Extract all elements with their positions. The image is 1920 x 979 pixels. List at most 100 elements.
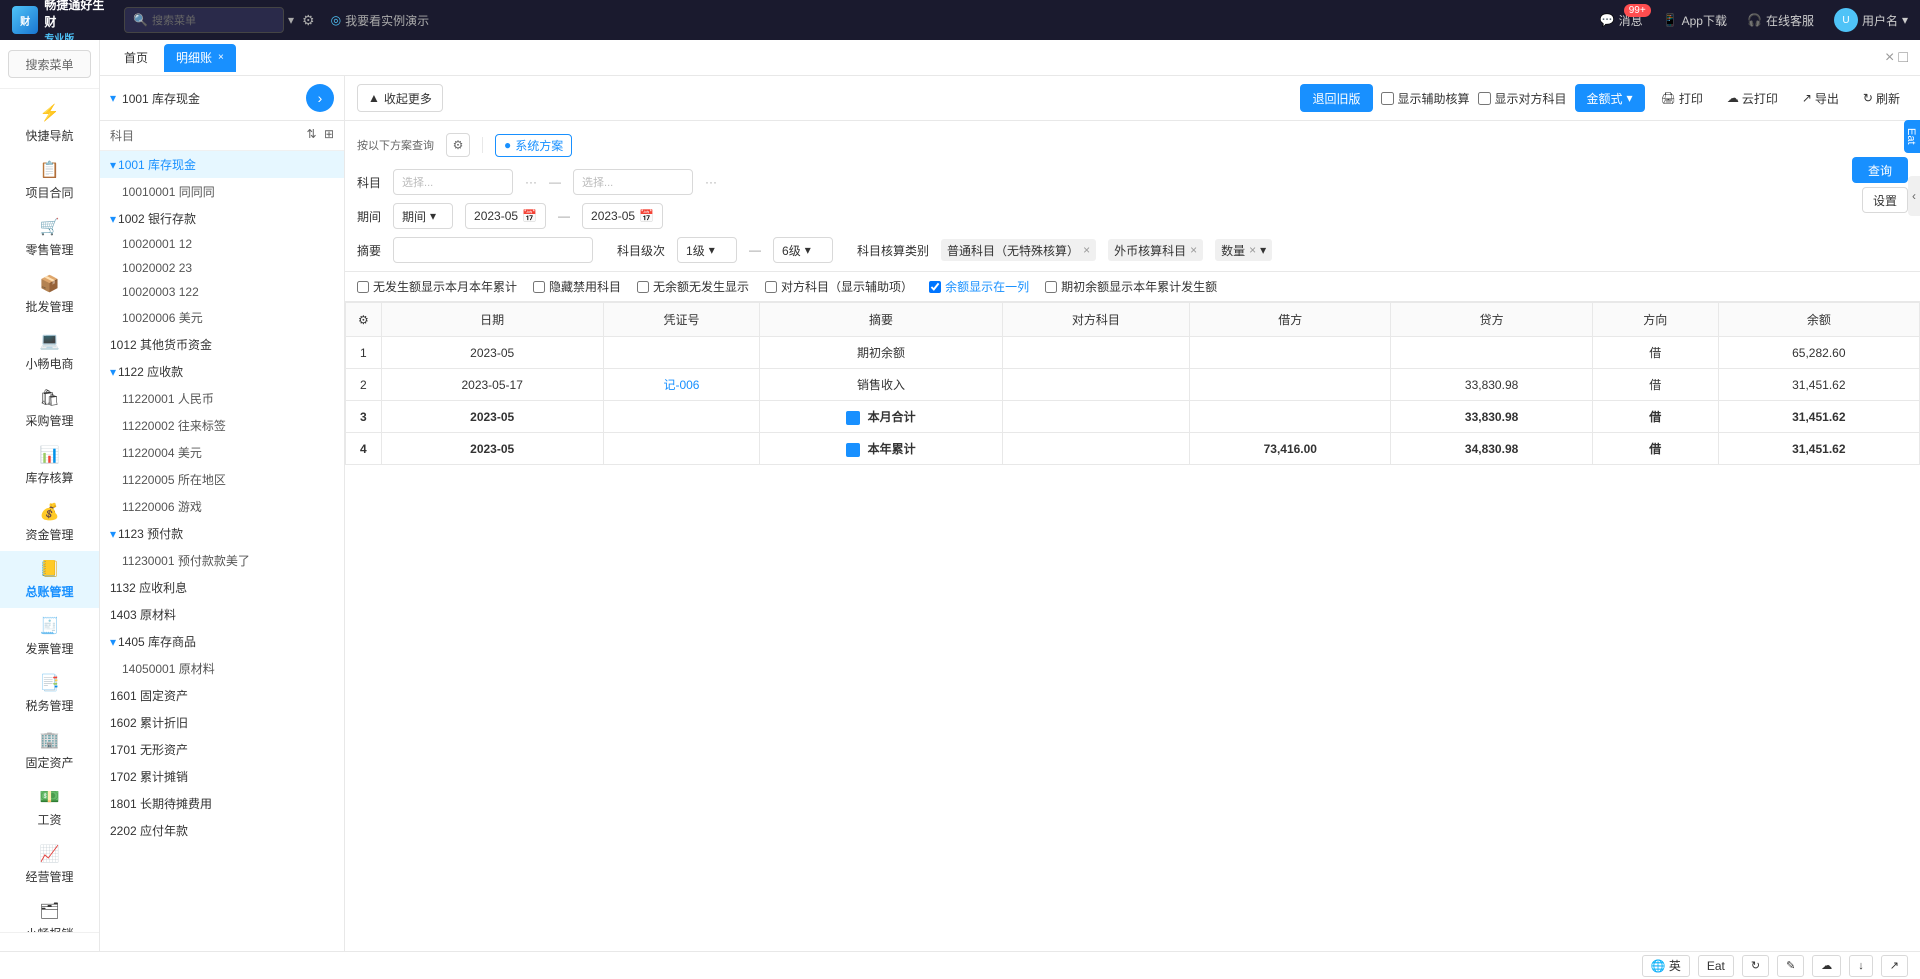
sidebar-item-expense[interactable]: 🗂 小畅报销 [0, 893, 99, 932]
tree-item-11220006[interactable]: 11220006 游戏 [100, 493, 344, 520]
scheme-settings-button[interactable]: ⚙ [446, 133, 470, 157]
calc-tag-2-close[interactable]: × [1190, 243, 1197, 257]
message-button[interactable]: 💬 消息 99+ [1600, 12, 1643, 29]
sidebar-item-tax[interactable]: 📑 税务管理 [0, 665, 99, 722]
tree-item-11220002[interactable]: 11220002 往来标签 [100, 412, 344, 439]
level-start-select[interactable]: 1级 ▾ [677, 237, 737, 263]
show-opposite-checkbox[interactable]: 显示对方科目 [1478, 90, 1567, 107]
sidebar-item-ecommerce[interactable]: 💻 小畅电商 [0, 323, 99, 380]
sidebar-item-invoice[interactable]: 🧾 发票管理 [0, 608, 99, 665]
period-end-date[interactable]: 2023-05 📅 [582, 203, 663, 229]
tab-home[interactable]: 首页 [112, 44, 160, 72]
tree-item-1403[interactable]: 1403 原材料 [100, 601, 344, 628]
tree-item-11220001[interactable]: 11220001 人民币 [100, 385, 344, 412]
tree-sort-icon[interactable]: ⇅ [307, 127, 317, 141]
tab-ledger[interactable]: 明细账 × [164, 44, 236, 72]
back-old-version-button[interactable]: 退回旧版 [1300, 84, 1372, 112]
status-cloud-btn[interactable]: ☁ [1812, 955, 1841, 977]
tab-ledger-close[interactable]: × [218, 52, 224, 63]
export-button[interactable]: ↗ 导出 [1794, 84, 1847, 112]
search-button[interactable]: 查询 [1852, 157, 1908, 183]
cloud-print-button[interactable]: ☁ 云打印 [1719, 84, 1786, 112]
tree-item-10020001[interactable]: 10020001 12 [100, 232, 344, 256]
subject-input[interactable]: 选择... [393, 169, 513, 195]
status-pencil-btn[interactable]: ✎ [1777, 955, 1804, 977]
period-start-date[interactable]: 2023-05 📅 [465, 203, 546, 229]
sidebar-item-capital[interactable]: 💰 资金管理 [0, 494, 99, 551]
level-end-select[interactable]: 6级 ▾ [773, 237, 833, 263]
tree-item-1602[interactable]: 1602 累计折旧 [100, 709, 344, 736]
demo-link[interactable]: ◎ 我要看实例演示 [331, 12, 430, 29]
user-menu[interactable]: U 用户名 ▾ [1834, 8, 1908, 32]
tree-item-14050001[interactable]: 14050001 原材料 [100, 655, 344, 682]
app-download-button[interactable]: 📱 App下载 [1663, 12, 1727, 29]
window-maximize-button[interactable]: □ [1898, 49, 1908, 67]
cb-no-balance-input[interactable] [637, 281, 649, 293]
search-dropdown-icon[interactable]: ▾ [288, 13, 294, 27]
subject-end-input[interactable]: 选择... [573, 169, 693, 195]
tree-item-1801[interactable]: 1801 长期待摊费用 [100, 790, 344, 817]
sidebar-item-fixed-assets[interactable]: 🏢 固定资产 [0, 722, 99, 779]
tree-item-1001[interactable]: ▾1001 库存现金 [100, 151, 344, 178]
refresh-button[interactable]: ↻ 刷新 [1855, 84, 1908, 112]
tree-item-1601[interactable]: 1601 固定资产 [100, 682, 344, 709]
cb-no-balance[interactable]: 无余额无发生显示 [637, 278, 749, 295]
status-eat-button[interactable]: Eat [1698, 955, 1734, 977]
tree-item-1123[interactable]: ▾1123 预付款 [100, 520, 344, 547]
status-download-btn[interactable]: ↓ [1849, 955, 1873, 977]
tree-item-1012[interactable]: 1012 其他货币资金 [100, 331, 344, 358]
cb-no-occur[interactable]: 无发生额显示本月本年累计 [357, 278, 517, 295]
tree-item-1405[interactable]: ▾1405 库存商品 [100, 628, 344, 655]
topbar-search-box[interactable]: 🔍 搜索菜单 [124, 7, 284, 33]
cb-opposite-subject[interactable]: 对方科目（显示辅助项） [765, 278, 913, 295]
show-opposite-input[interactable] [1478, 92, 1491, 105]
sidebar-item-retail[interactable]: 🛒 零售管理 [0, 209, 99, 266]
sidebar-item-inventory[interactable]: 📊 库存核算 [0, 437, 99, 494]
tree-item-1702[interactable]: 1702 累计摊销 [100, 763, 344, 790]
status-refresh-btn[interactable]: ↻ [1742, 955, 1769, 977]
status-share-btn[interactable]: ↗ [1881, 955, 1908, 977]
cb-hide-disable[interactable]: 隐藏禁用科目 [533, 278, 621, 295]
cb-balance-one-col-input[interactable] [929, 281, 941, 293]
sidebar-item-operations[interactable]: 📈 经营管理 [0, 836, 99, 893]
period-type-select[interactable]: 期间 ▾ [393, 203, 453, 229]
tree-item-11220004[interactable]: 11220004 美元 [100, 439, 344, 466]
cb-hide-disable-input[interactable] [533, 281, 545, 293]
sidebar-item-wholesale[interactable]: 📦 批发管理 [0, 266, 99, 323]
summary-input[interactable] [393, 237, 593, 263]
sidebar-item-general-ledger[interactable]: 📒 总账管理 [0, 551, 99, 608]
sidebar-search-button[interactable]: 搜索菜单 [8, 50, 91, 78]
status-translate-button[interactable]: 🌐 英 [1642, 955, 1690, 977]
format-button[interactable]: 金额式 ▾ [1575, 84, 1645, 112]
system-scheme-button[interactable]: ● 系统方案 [495, 134, 572, 157]
cb-opening-balance-input[interactable] [1045, 281, 1057, 293]
cb-balance-one-col[interactable]: 余额显示在一列 [929, 278, 1029, 295]
tree-item-1132[interactable]: 1132 应收利息 [100, 574, 344, 601]
tree-item-10020002[interactable]: 10020002 23 [100, 256, 344, 280]
online-service-button[interactable]: 🎧 在线客服 [1747, 12, 1814, 29]
show-aux-input[interactable] [1381, 92, 1394, 105]
setting-button[interactable]: 设置 [1862, 187, 1908, 213]
cb-opposite-subject-input[interactable] [765, 281, 777, 293]
tree-item-1701[interactable]: 1701 无形资产 [100, 736, 344, 763]
cb-no-occur-input[interactable] [357, 281, 369, 293]
sidebar-item-purchase[interactable]: 🛍 采购管理 [0, 380, 99, 437]
collapse-more-button[interactable]: ▲ 收起更多 [357, 84, 443, 112]
account-nav-button[interactable]: › [306, 84, 334, 112]
tree-item-1002[interactable]: ▾1002 银行存款 [100, 205, 344, 232]
voucher-link[interactable]: 记-006 [663, 378, 699, 392]
tree-item-10020003[interactable]: 10020003 122 [100, 280, 344, 304]
right-edge-tab[interactable]: Eat [1904, 120, 1920, 153]
tree-item-10010001[interactable]: 10010001 同同同 [100, 178, 344, 205]
sidebar-item-project-contract[interactable]: 📋 项目合同 [0, 152, 99, 209]
tree-item-1122[interactable]: ▾1122 应收款 [100, 358, 344, 385]
window-close-button[interactable]: × [1885, 49, 1894, 67]
tree-item-11220005[interactable]: 11220005 所在地区 [100, 466, 344, 493]
filter-collapse-arrow[interactable]: ‹ [1908, 176, 1920, 216]
calc-tag-1-close[interactable]: × [1083, 243, 1090, 257]
tree-item-11230001[interactable]: 11230001 预付款款美了 [100, 547, 344, 574]
calc-tag-3-close[interactable]: × [1249, 243, 1256, 257]
show-aux-checkbox[interactable]: 显示辅助核算 [1381, 90, 1470, 107]
cb-opening-balance[interactable]: 期初余额显示本年累计发生额 [1045, 278, 1217, 295]
sidebar-item-quick-nav[interactable]: ⚡ 快捷导航 [0, 95, 99, 152]
